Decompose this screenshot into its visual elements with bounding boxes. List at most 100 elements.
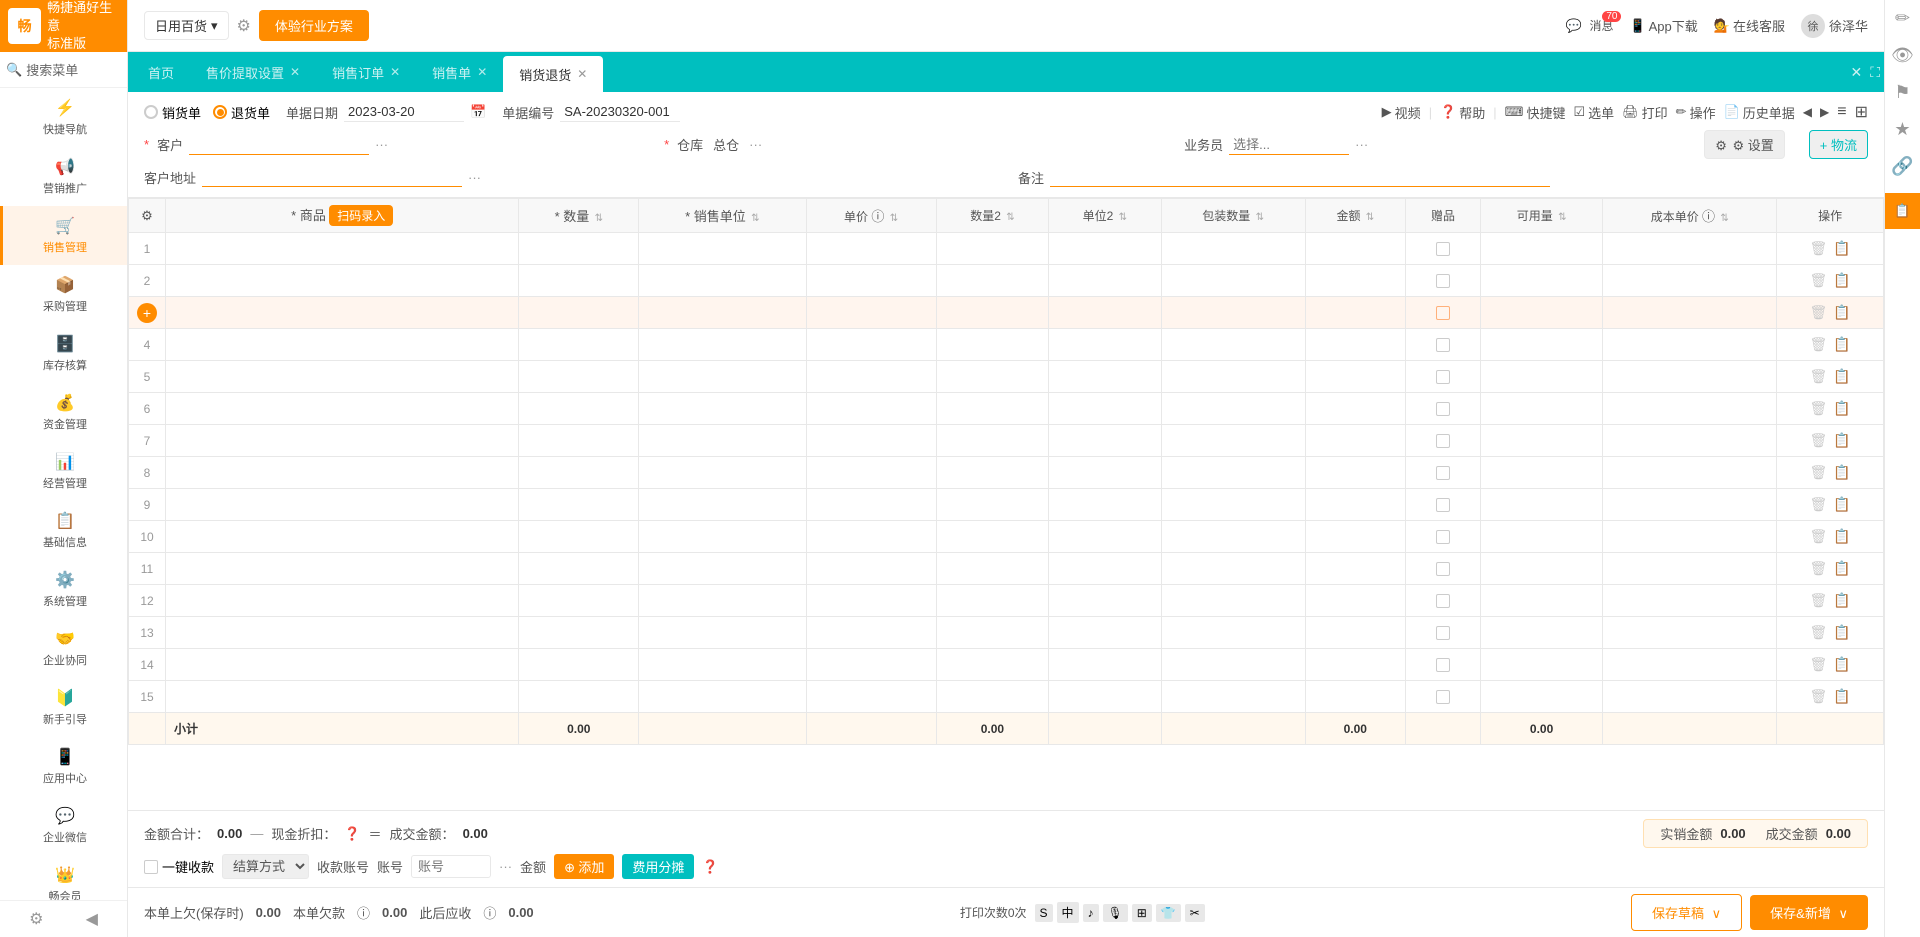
grid-view-icon[interactable]: ⊞ — [1855, 102, 1868, 122]
unit-cell-1[interactable] — [639, 233, 806, 265]
gift-checkbox-1[interactable] — [1436, 242, 1450, 256]
qty2-cell-1[interactable] — [936, 233, 1048, 265]
cost-cell-2[interactable] — [1603, 265, 1777, 297]
gift-checkbox[interactable] — [1436, 466, 1450, 480]
delete-row-icon[interactable]: 🗑 — [1810, 560, 1828, 577]
address-picker-icon[interactable]: ··· — [468, 170, 481, 185]
tool-icon-7[interactable]: ✂ — [1185, 904, 1205, 922]
note-input[interactable] — [1050, 167, 1550, 187]
qty2-cell-2[interactable] — [936, 265, 1048, 297]
available-cell-2[interactable] — [1481, 265, 1603, 297]
sidebar-item-finance[interactable]: 💰 资金管理 — [0, 383, 127, 442]
sidebar-item-shortcut[interactable]: ⚡ 快捷导航 — [0, 88, 127, 147]
price-cell-1[interactable] — [806, 233, 936, 265]
copy-row-icon[interactable]: 📋 — [1833, 624, 1850, 641]
product-cell-3[interactable] — [166, 297, 519, 329]
pkgqty-sort-icon[interactable]: ⇅ — [1256, 212, 1264, 223]
amount-cell-3[interactable] — [1305, 297, 1405, 329]
right-panel-eye-icon[interactable]: 👁 — [1891, 45, 1914, 66]
sidebar-item-system[interactable]: ⚙️ 系统管理 — [0, 560, 127, 619]
delete-row-icon[interactable]: 🗑 — [1810, 592, 1828, 609]
add-logistics-button[interactable]: + 物流 — [1809, 130, 1868, 159]
save-new-arrow-icon[interactable]: ∨ — [1838, 906, 1848, 921]
radio-sales[interactable]: 销货单 — [144, 103, 201, 122]
copy-row-icon[interactable]: 📋 — [1833, 304, 1850, 321]
sidebar-item-guide[interactable]: 🔰 新手引导 — [0, 678, 127, 737]
user-menu[interactable]: 徐 徐泽华 — [1801, 14, 1868, 38]
pkgqty-cell-2[interactable] — [1161, 265, 1305, 297]
topbar-gear-icon[interactable]: ⚙ — [237, 16, 251, 36]
qty-cell-2[interactable] — [519, 265, 639, 297]
sidebar-item-member[interactable]: 👑 畅会员 — [0, 855, 127, 900]
delete-row-icon[interactable]: 🗑 — [1810, 336, 1828, 353]
gift-checkbox-3[interactable] — [1436, 306, 1450, 320]
tab-home[interactable]: 首页 — [132, 52, 190, 92]
tool-icon-3[interactable]: ♪ — [1083, 904, 1099, 922]
customer-input[interactable] — [189, 135, 369, 155]
delete-row-icon[interactable]: 🗑 — [1810, 464, 1828, 481]
delete-row-icon[interactable]: 🗑 — [1810, 624, 1828, 641]
pkgqty-cell-1[interactable] — [1161, 233, 1305, 265]
qty-cell-3[interactable] — [519, 297, 639, 329]
date-input[interactable]: 2023-03-20 — [344, 102, 464, 122]
history-prev-icon[interactable]: ◀ — [1803, 105, 1812, 119]
tab-close-icon[interactable]: ✕ — [390, 65, 400, 79]
qty2-sort-icon[interactable]: ⇅ — [1006, 212, 1014, 223]
product-cell-2[interactable] — [166, 265, 519, 297]
copy-row-icon[interactable]: 📋 — [1833, 496, 1850, 513]
right-panel-active-icon[interactable]: 📋 — [1885, 193, 1920, 229]
sidebar-item-inventory[interactable]: 🗄️ 库存核算 — [0, 324, 127, 383]
gift-checkbox[interactable] — [1436, 402, 1450, 416]
gift-checkbox[interactable] — [1436, 690, 1450, 704]
gift-checkbox[interactable] — [1436, 562, 1450, 576]
cost-cell-1[interactable] — [1603, 233, 1777, 265]
copy-row-icon[interactable]: 📋 — [1833, 400, 1850, 417]
col-settings[interactable]: ⚙ — [129, 199, 166, 233]
delete-row-icon[interactable]: 🗑 — [1810, 400, 1828, 417]
unit2-cell-3[interactable] — [1049, 297, 1161, 329]
calc-method-select[interactable]: 结算方式 — [222, 854, 309, 879]
unit-sort-icon[interactable]: ⇅ — [751, 213, 759, 224]
staff-picker-icon[interactable]: ··· — [1355, 137, 1368, 152]
amount-cell-2[interactable] — [1305, 265, 1405, 297]
sougou-icon[interactable]: S — [1035, 904, 1053, 922]
customer-picker-icon[interactable]: ··· — [375, 137, 388, 152]
copy-row-icon[interactable]: 📋 — [1833, 528, 1850, 545]
price-cell-3[interactable] — [806, 297, 936, 329]
sidebar-item-wechat[interactable]: 💬 企业微信 — [0, 796, 127, 855]
add-row-button[interactable]: + — [137, 303, 157, 323]
account-picker-icon[interactable]: ··· — [499, 859, 512, 874]
save-new-button[interactable]: 保存&新增 ∨ — [1750, 895, 1868, 930]
cost-sort-icon[interactable]: ⇅ — [1720, 213, 1728, 224]
delete-row-icon[interactable]: 🗑 — [1810, 496, 1828, 513]
copy-row-icon[interactable]: 📋 — [1833, 560, 1850, 577]
toolbar-operate[interactable]: ✏ 操作 — [1676, 103, 1716, 122]
scan-button[interactable]: 扫码录入 — [329, 205, 393, 226]
app-download-btn[interactable]: 📱 App下载 — [1629, 16, 1697, 35]
tab-sales[interactable]: 销售单 ✕ — [416, 52, 503, 92]
toolbar-select[interactable]: ☑ 选单 — [1573, 103, 1614, 122]
staff-input[interactable] — [1229, 135, 1349, 155]
unit2-cell-2[interactable] — [1049, 265, 1161, 297]
qty-cell-1[interactable] — [519, 233, 639, 265]
price-cell-2[interactable] — [806, 265, 936, 297]
sidebar-item-marketing[interactable]: 📢 营销推广 — [0, 147, 127, 206]
tab-close-icon[interactable]: ✕ — [290, 65, 300, 79]
sidebar-item-purchase[interactable]: 📦 采购管理 — [0, 265, 127, 324]
pkgqty-cell-3[interactable] — [1161, 297, 1305, 329]
right-panel-star-icon[interactable]: ★ — [1894, 119, 1910, 140]
sidebar-item-enterprise[interactable]: 🤝 企业协同 — [0, 619, 127, 678]
collapse-sidebar-icon[interactable]: ◀ — [86, 909, 98, 929]
close-all-tabs-icon[interactable]: ✕ — [1850, 64, 1862, 81]
tool-icon-4[interactable]: 🎙 — [1103, 904, 1128, 922]
history-next-icon[interactable]: ▶ — [1820, 105, 1829, 119]
tab-close-active-icon[interactable]: ✕ — [577, 67, 587, 81]
delete-row-icon[interactable]: 🗑 — [1810, 688, 1828, 705]
calendar-icon[interactable]: 📅 — [470, 104, 486, 120]
sidebar-item-operations[interactable]: 📊 经营管理 — [0, 442, 127, 501]
toolbar-shortcuts[interactable]: ⌨ 快捷键 — [1505, 103, 1566, 122]
toolbar-help[interactable]: ❓ 帮助 — [1440, 103, 1485, 122]
available-cell-1[interactable] — [1481, 233, 1603, 265]
expand-tabs-icon[interactable]: ⛶ — [1870, 64, 1880, 81]
bill-no-input[interactable]: SA-20230320-001 — [560, 102, 680, 122]
